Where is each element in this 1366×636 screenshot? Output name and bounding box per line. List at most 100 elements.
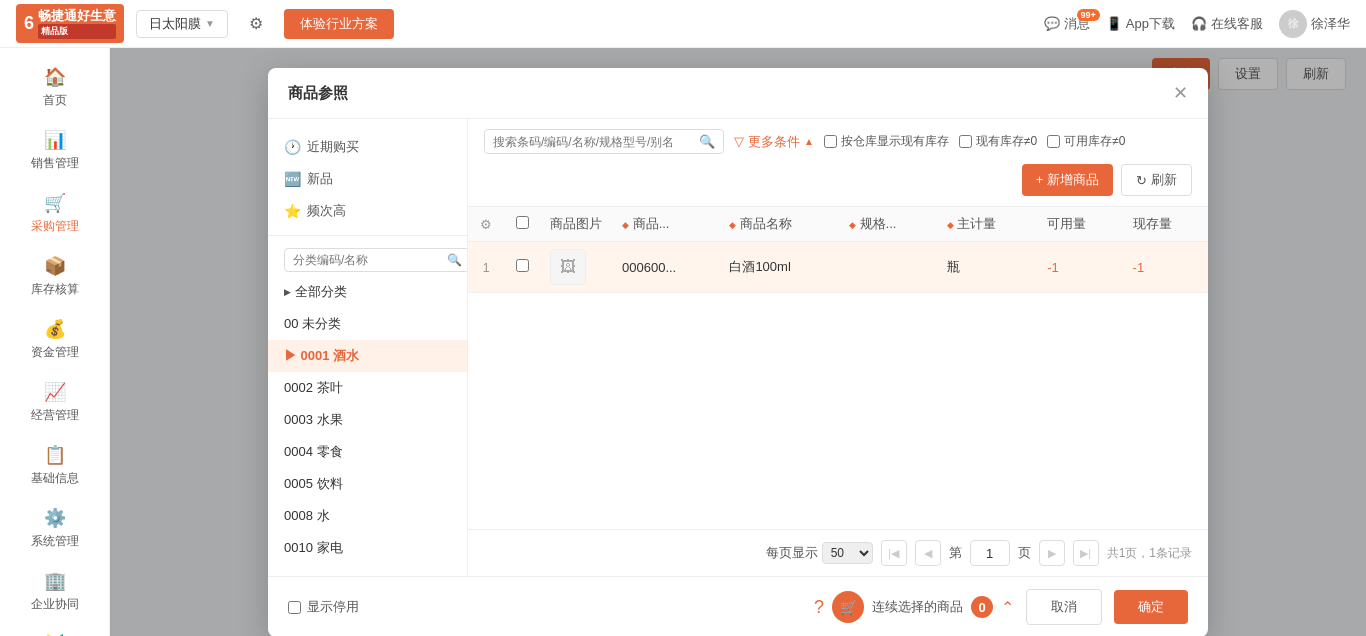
sidebar-item-enterprise[interactable]: 🏢 企业协同 [0, 560, 109, 623]
confirm-btn[interactable]: 确定 [1114, 590, 1188, 624]
avatar-initials: 徐 [1288, 16, 1299, 31]
sidebar-item-system[interactable]: ⚙️ 系统管理 [0, 497, 109, 560]
ms-new-label: 新品 [307, 170, 333, 188]
sidebar-label: 系统管理 [31, 533, 79, 550]
th-name-label: 商品名称 [740, 216, 792, 231]
modal-close-icon[interactable]: ✕ [1173, 82, 1188, 104]
help-icon[interactable]: ? [814, 597, 824, 618]
th-unit[interactable]: ◆ 主计量 [937, 207, 1038, 242]
top-nav-right: 💬 消息 99+ 📱 App下载 🎧 在线客服 徐 徐泽华 [1044, 10, 1350, 38]
chevron-down-icon: ▼ [205, 18, 215, 29]
message-btn[interactable]: 💬 消息 99+ [1044, 15, 1090, 33]
tree-all-categories[interactable]: ▶ 全部分类 [268, 276, 467, 308]
th-spec[interactable]: ◆ 规格... [839, 207, 937, 242]
tree-water[interactable]: 0008 水 [268, 500, 467, 532]
ms-high-freq[interactable]: ⭐ 频次高 [268, 195, 467, 227]
main-layout: 🏠 首页 📊 销售管理 🛒 采购管理 📦 库存核算 💰 资金管理 📈 经营管理 … [0, 48, 1366, 636]
sidebar-item-home[interactable]: 🏠 首页 [0, 56, 109, 119]
th-name[interactable]: ◆ 商品名称 [719, 207, 839, 242]
message-icon: 💬 [1044, 16, 1060, 31]
row-number: 1 [482, 260, 489, 275]
toolbar-actions: + 新增商品 ↻ 刷新 [1022, 164, 1192, 196]
continuous-label: 连续选择的商品 [872, 598, 963, 616]
th-stock-label: 现存量 [1133, 216, 1172, 231]
search-submit-icon[interactable]: 🔍 [699, 134, 715, 149]
sidebar-item-guide[interactable]: 🔰 新手引导 [0, 623, 109, 636]
per-page-dropdown[interactable]: 50 10 20 100 [822, 542, 873, 564]
sidebar-item-inventory[interactable]: 📦 库存核算 [0, 245, 109, 308]
checkbox-usable-stock[interactable]: 可用库存≠0 [1047, 133, 1125, 150]
tree-beverage[interactable]: 0005 饮料 [268, 468, 467, 500]
product-table: ⚙ 商品图片 [468, 207, 1208, 293]
last-page-btn[interactable]: ▶| [1073, 540, 1099, 566]
modal-title: 商品参照 [288, 84, 348, 103]
sidebar-item-operations[interactable]: 📈 经营管理 [0, 371, 109, 434]
first-page-btn[interactable]: |◀ [881, 540, 907, 566]
sales-icon: 📊 [44, 129, 66, 151]
next-page-btn[interactable]: ▶ [1039, 540, 1065, 566]
checkbox-usable-input[interactable] [1047, 135, 1060, 148]
new-icon: 🆕 [284, 171, 301, 187]
classify-search-input[interactable] [293, 253, 443, 267]
message-badge: 99+ [1077, 9, 1100, 21]
ms-new-product[interactable]: 🆕 新品 [268, 163, 467, 195]
cancel-btn[interactable]: 取消 [1026, 589, 1102, 625]
sidebar-item-finance[interactable]: 💰 资金管理 [0, 308, 109, 371]
classify-search: 🔍 [284, 248, 468, 272]
th-code-label: 商品... [633, 216, 670, 231]
row-unit: 瓶 [937, 242, 1038, 293]
tree-appliance[interactable]: 0010 家电 [268, 532, 467, 564]
row-name: 白酒100ml [719, 242, 839, 293]
cart-icon[interactable]: 🛒 [832, 591, 864, 623]
sidebar-item-basic-info[interactable]: 📋 基础信息 [0, 434, 109, 497]
show-disabled-checkbox[interactable] [288, 601, 301, 614]
checkbox-warehouse-stock[interactable]: 按仓库显示现有库存 [824, 133, 949, 150]
checkbox-available-input[interactable] [959, 135, 972, 148]
checkbox-warehouse-input[interactable] [824, 135, 837, 148]
tree-fruit[interactable]: 0003 水果 [268, 404, 467, 436]
th-check [504, 207, 540, 242]
ms-recent-purchase[interactable]: 🕐 近期购买 [268, 131, 467, 163]
sidebar-label: 销售管理 [31, 155, 79, 172]
store-name: 日太阳膜 [149, 15, 201, 33]
app-download-btn[interactable]: 📱 App下载 [1106, 15, 1175, 33]
th-stock[interactable]: 现存量 [1123, 207, 1208, 242]
mobile-icon: 📱 [1106, 16, 1122, 31]
more-filters-btn[interactable]: ▽ 更多条件 ▲ [734, 133, 814, 151]
row-check [504, 242, 540, 293]
footer-collapse-icon[interactable]: ⌃ [1001, 598, 1014, 617]
checkbox-available-stock[interactable]: 现有库存≠0 [959, 133, 1037, 150]
th-available[interactable]: 可用量 [1037, 207, 1122, 242]
sidebar-label: 库存核算 [31, 281, 79, 298]
tree-tea[interactable]: 0002 茶叶 [268, 372, 467, 404]
product-search-input[interactable] [493, 135, 693, 149]
user-menu-btn[interactable]: 徐 徐泽华 [1279, 10, 1350, 38]
th-spec-label: 规格... [860, 216, 897, 231]
row-checkbox[interactable] [516, 259, 529, 272]
checkbox-usable-label: 可用库存≠0 [1064, 133, 1125, 150]
sidebar-item-purchase[interactable]: 🛒 采购管理 [0, 182, 109, 245]
settings-icon[interactable]: ⚙ [240, 8, 272, 40]
search-icon[interactable]: 🔍 [447, 253, 462, 267]
select-all-checkbox[interactable] [516, 216, 529, 229]
table-row[interactable]: 1 🖼 [468, 242, 1208, 293]
tree-liquor[interactable]: ▶ 0001 酒水 [268, 340, 467, 372]
settings-gear-icon[interactable]: ⚙ [480, 217, 492, 232]
tree-snack[interactable]: 0004 零食 [268, 436, 467, 468]
footer-cart: ? 🛒 连续选择的商品 0 ⌃ [814, 591, 1014, 623]
tree-uncategorized[interactable]: 00 未分类 [268, 308, 467, 340]
store-selector[interactable]: 日太阳膜 ▼ [136, 10, 228, 38]
service-btn[interactable]: 🎧 在线客服 [1191, 15, 1263, 33]
show-disabled-label[interactable]: 显示停用 [288, 598, 359, 616]
refresh-btn[interactable]: ↻ 刷新 [1121, 164, 1192, 196]
trial-btn[interactable]: 体验行业方案 [284, 9, 394, 39]
home-icon: 🏠 [44, 66, 66, 88]
prev-page-btn[interactable]: ◀ [915, 540, 941, 566]
sort-icon: ◆ [729, 220, 736, 230]
page-input[interactable] [970, 540, 1010, 566]
th-code[interactable]: ◆ 商品... [612, 207, 719, 242]
ms-recent-label: 近期购买 [307, 138, 359, 156]
sidebar-item-sales[interactable]: 📊 销售管理 [0, 119, 109, 182]
add-product-btn[interactable]: + 新增商品 [1022, 164, 1113, 196]
chevron-up-icon: ▲ [804, 136, 814, 147]
